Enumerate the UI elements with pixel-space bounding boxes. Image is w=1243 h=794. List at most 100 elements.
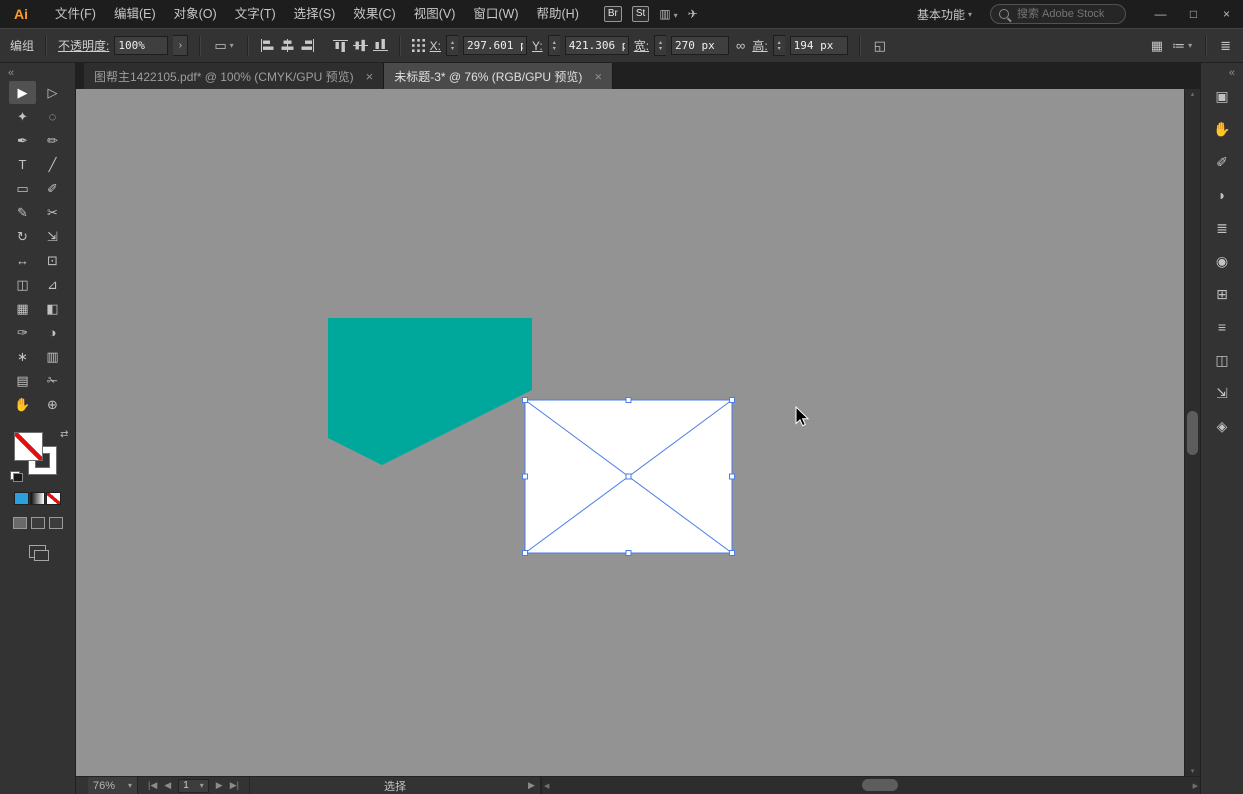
default-fill-stroke-icon[interactable] xyxy=(9,471,23,482)
menu-edit[interactable]: 编辑(E) xyxy=(105,0,165,28)
blend-tool[interactable]: ◑ xyxy=(39,321,66,344)
menu-view[interactable]: 视图(V) xyxy=(405,0,465,28)
x-stepper[interactable]: ▴ ▾ xyxy=(446,35,459,56)
collapse-toolbar-icon[interactable]: « xyxy=(0,63,22,81)
width-input[interactable] xyxy=(671,36,730,55)
bridge-badge[interactable]: Br xyxy=(603,6,622,22)
document-layout-icon[interactable]: ≔ ▾ xyxy=(1170,38,1194,54)
pen-tool[interactable]: ✒ xyxy=(9,129,36,152)
artboard-number-select[interactable]: 1 ▾ xyxy=(178,778,209,793)
shaper-tool[interactable]: ✎ xyxy=(9,201,36,224)
height-stepper[interactable]: ▴ ▾ xyxy=(772,35,785,56)
rotate-tool[interactable]: ↻ xyxy=(9,225,36,248)
height-input[interactable] xyxy=(789,36,848,55)
y-stepper[interactable]: ▴ ▾ xyxy=(547,35,560,56)
opacity-input[interactable] xyxy=(114,36,169,55)
menu-object[interactable]: 对象(O) xyxy=(165,0,226,28)
selection-tool[interactable]: ▶ xyxy=(9,81,36,104)
horizontal-scrollbar[interactable]: ◀ ▶ xyxy=(540,777,1200,794)
minimize-button[interactable]: — xyxy=(1144,0,1177,28)
type-tool[interactable]: T xyxy=(9,153,36,176)
artboard-tool[interactable]: ▤ xyxy=(9,369,36,392)
opacity-options-icon[interactable]: › xyxy=(173,35,189,56)
menu-select[interactable]: 选择(S) xyxy=(285,0,345,28)
menu-help[interactable]: 帮助(H) xyxy=(528,0,588,28)
selection-handle[interactable] xyxy=(625,550,632,556)
selection-handle[interactable] xyxy=(729,473,735,480)
swap-fill-stroke-icon[interactable]: ⇄ xyxy=(60,429,68,440)
perspective-grid-tool[interactable]: ⊿ xyxy=(39,273,66,296)
selection-handle[interactable] xyxy=(522,397,528,403)
magic-wand-tool[interactable]: ✦ xyxy=(9,105,36,128)
reference-point-grid-icon[interactable] xyxy=(411,39,425,52)
width-label[interactable]: 宽: xyxy=(634,37,649,54)
transform-presets-icon[interactable]: ▭ ▾ xyxy=(212,38,235,54)
line-segment-tool[interactable]: ╱ xyxy=(39,153,66,176)
draw-behind-icon[interactable] xyxy=(30,517,45,529)
opacity-label[interactable]: 不透明度: xyxy=(58,37,109,54)
mesh-tool[interactable]: ▦ xyxy=(9,297,36,320)
next-artboard-icon[interactable]: ▶ xyxy=(216,780,223,791)
close-tab-icon[interactable]: × xyxy=(594,69,602,84)
y-input[interactable] xyxy=(564,36,629,55)
last-artboard-icon[interactable]: ▶| xyxy=(230,780,239,791)
workspace-switcher[interactable]: 基本功能 ▾ xyxy=(917,6,972,23)
shapes-panel-icon[interactable]: ◗ xyxy=(1209,184,1235,206)
link-dimensions-icon[interactable]: ∞ xyxy=(734,38,747,53)
arrange-documents-icon[interactable]: ▥ ▾ xyxy=(659,7,677,21)
control-panel-menu-icon[interactable]: ≣ xyxy=(1218,38,1233,54)
scroll-up-icon[interactable]: ▴ xyxy=(1185,90,1200,98)
x-label[interactable]: X: xyxy=(430,39,441,53)
free-transform-tool[interactable]: ⊡ xyxy=(39,249,66,272)
y-label[interactable]: Y: xyxy=(532,39,543,53)
expand-dock-icon[interactable]: « xyxy=(1221,63,1243,81)
stroke-panel-icon[interactable]: ≣ xyxy=(1209,217,1235,239)
align-vertical-bottom-icon[interactable] xyxy=(372,39,388,52)
document-tab-1[interactable]: 图帮主1422105.pdf* @ 100% (CMYK/GPU 预览) × xyxy=(84,63,385,89)
horizontal-scroll-thumb[interactable] xyxy=(861,779,898,791)
gradient-button[interactable] xyxy=(30,492,45,505)
direct-selection-tool[interactable]: ▷ xyxy=(39,81,66,104)
none-button[interactable] xyxy=(46,492,61,505)
pathfinder-panel-icon[interactable]: ◫ xyxy=(1209,349,1235,371)
share-icon[interactable]: ✈ xyxy=(688,7,698,21)
curvature-tool[interactable]: ✏ xyxy=(39,129,66,152)
scroll-down-icon[interactable]: ▾ xyxy=(1185,767,1200,775)
app-logo[interactable]: Ai xyxy=(8,3,34,25)
slice-tool[interactable]: ✁ xyxy=(39,369,66,392)
stock-badge[interactable]: St xyxy=(631,6,650,22)
first-artboard-icon[interactable]: |◀ xyxy=(148,780,157,791)
column-graph-tool[interactable]: ▥ xyxy=(39,345,66,368)
rectangle-tool[interactable]: ▭ xyxy=(9,177,36,200)
menu-type[interactable]: 文字(T) xyxy=(226,0,285,28)
color-button[interactable] xyxy=(14,492,29,505)
selection-center-point[interactable] xyxy=(625,473,632,480)
menu-window[interactable]: 窗口(W) xyxy=(464,0,527,28)
asset-export-panel-icon[interactable]: ⇲ xyxy=(1209,382,1235,404)
selection-handle[interactable] xyxy=(522,473,528,480)
stock-search[interactable] xyxy=(990,4,1126,24)
selection-handle[interactable] xyxy=(729,397,735,403)
artboards-panel-icon[interactable]: ▣ xyxy=(1209,85,1235,107)
draw-inside-icon[interactable] xyxy=(48,517,63,529)
gradient-tool[interactable]: ◧ xyxy=(39,297,66,320)
align-horizontal-right-icon[interactable] xyxy=(300,39,315,52)
selection-handle[interactable] xyxy=(625,397,632,403)
align-vertical-center-icon[interactable] xyxy=(352,39,368,52)
align-horizontal-center-icon[interactable] xyxy=(280,39,295,52)
scroll-right-icon[interactable]: ▶ xyxy=(1193,777,1198,794)
draw-normal-icon[interactable] xyxy=(12,517,27,529)
zoom-tool[interactable]: ⊕ xyxy=(39,393,66,416)
brushes-panel-icon[interactable]: ✐ xyxy=(1209,151,1235,173)
shape-builder-tool[interactable]: ◫ xyxy=(9,273,36,296)
zoom-level-select[interactable]: 76% ▾ xyxy=(88,777,138,794)
hand-panel-icon[interactable]: ✋ xyxy=(1209,118,1235,140)
scissors-tool[interactable]: ✂ xyxy=(39,201,66,224)
paintbrush-tool[interactable]: ✐ xyxy=(39,177,66,200)
x-input[interactable] xyxy=(463,36,528,55)
symbol-sprayer-tool[interactable]: ∗ xyxy=(9,345,36,368)
selection-handle[interactable] xyxy=(522,550,528,556)
scroll-left-icon[interactable]: ◀ xyxy=(544,777,549,794)
lasso-tool[interactable]: ◌ xyxy=(39,105,66,128)
fill-color-swatch[interactable] xyxy=(13,432,43,461)
